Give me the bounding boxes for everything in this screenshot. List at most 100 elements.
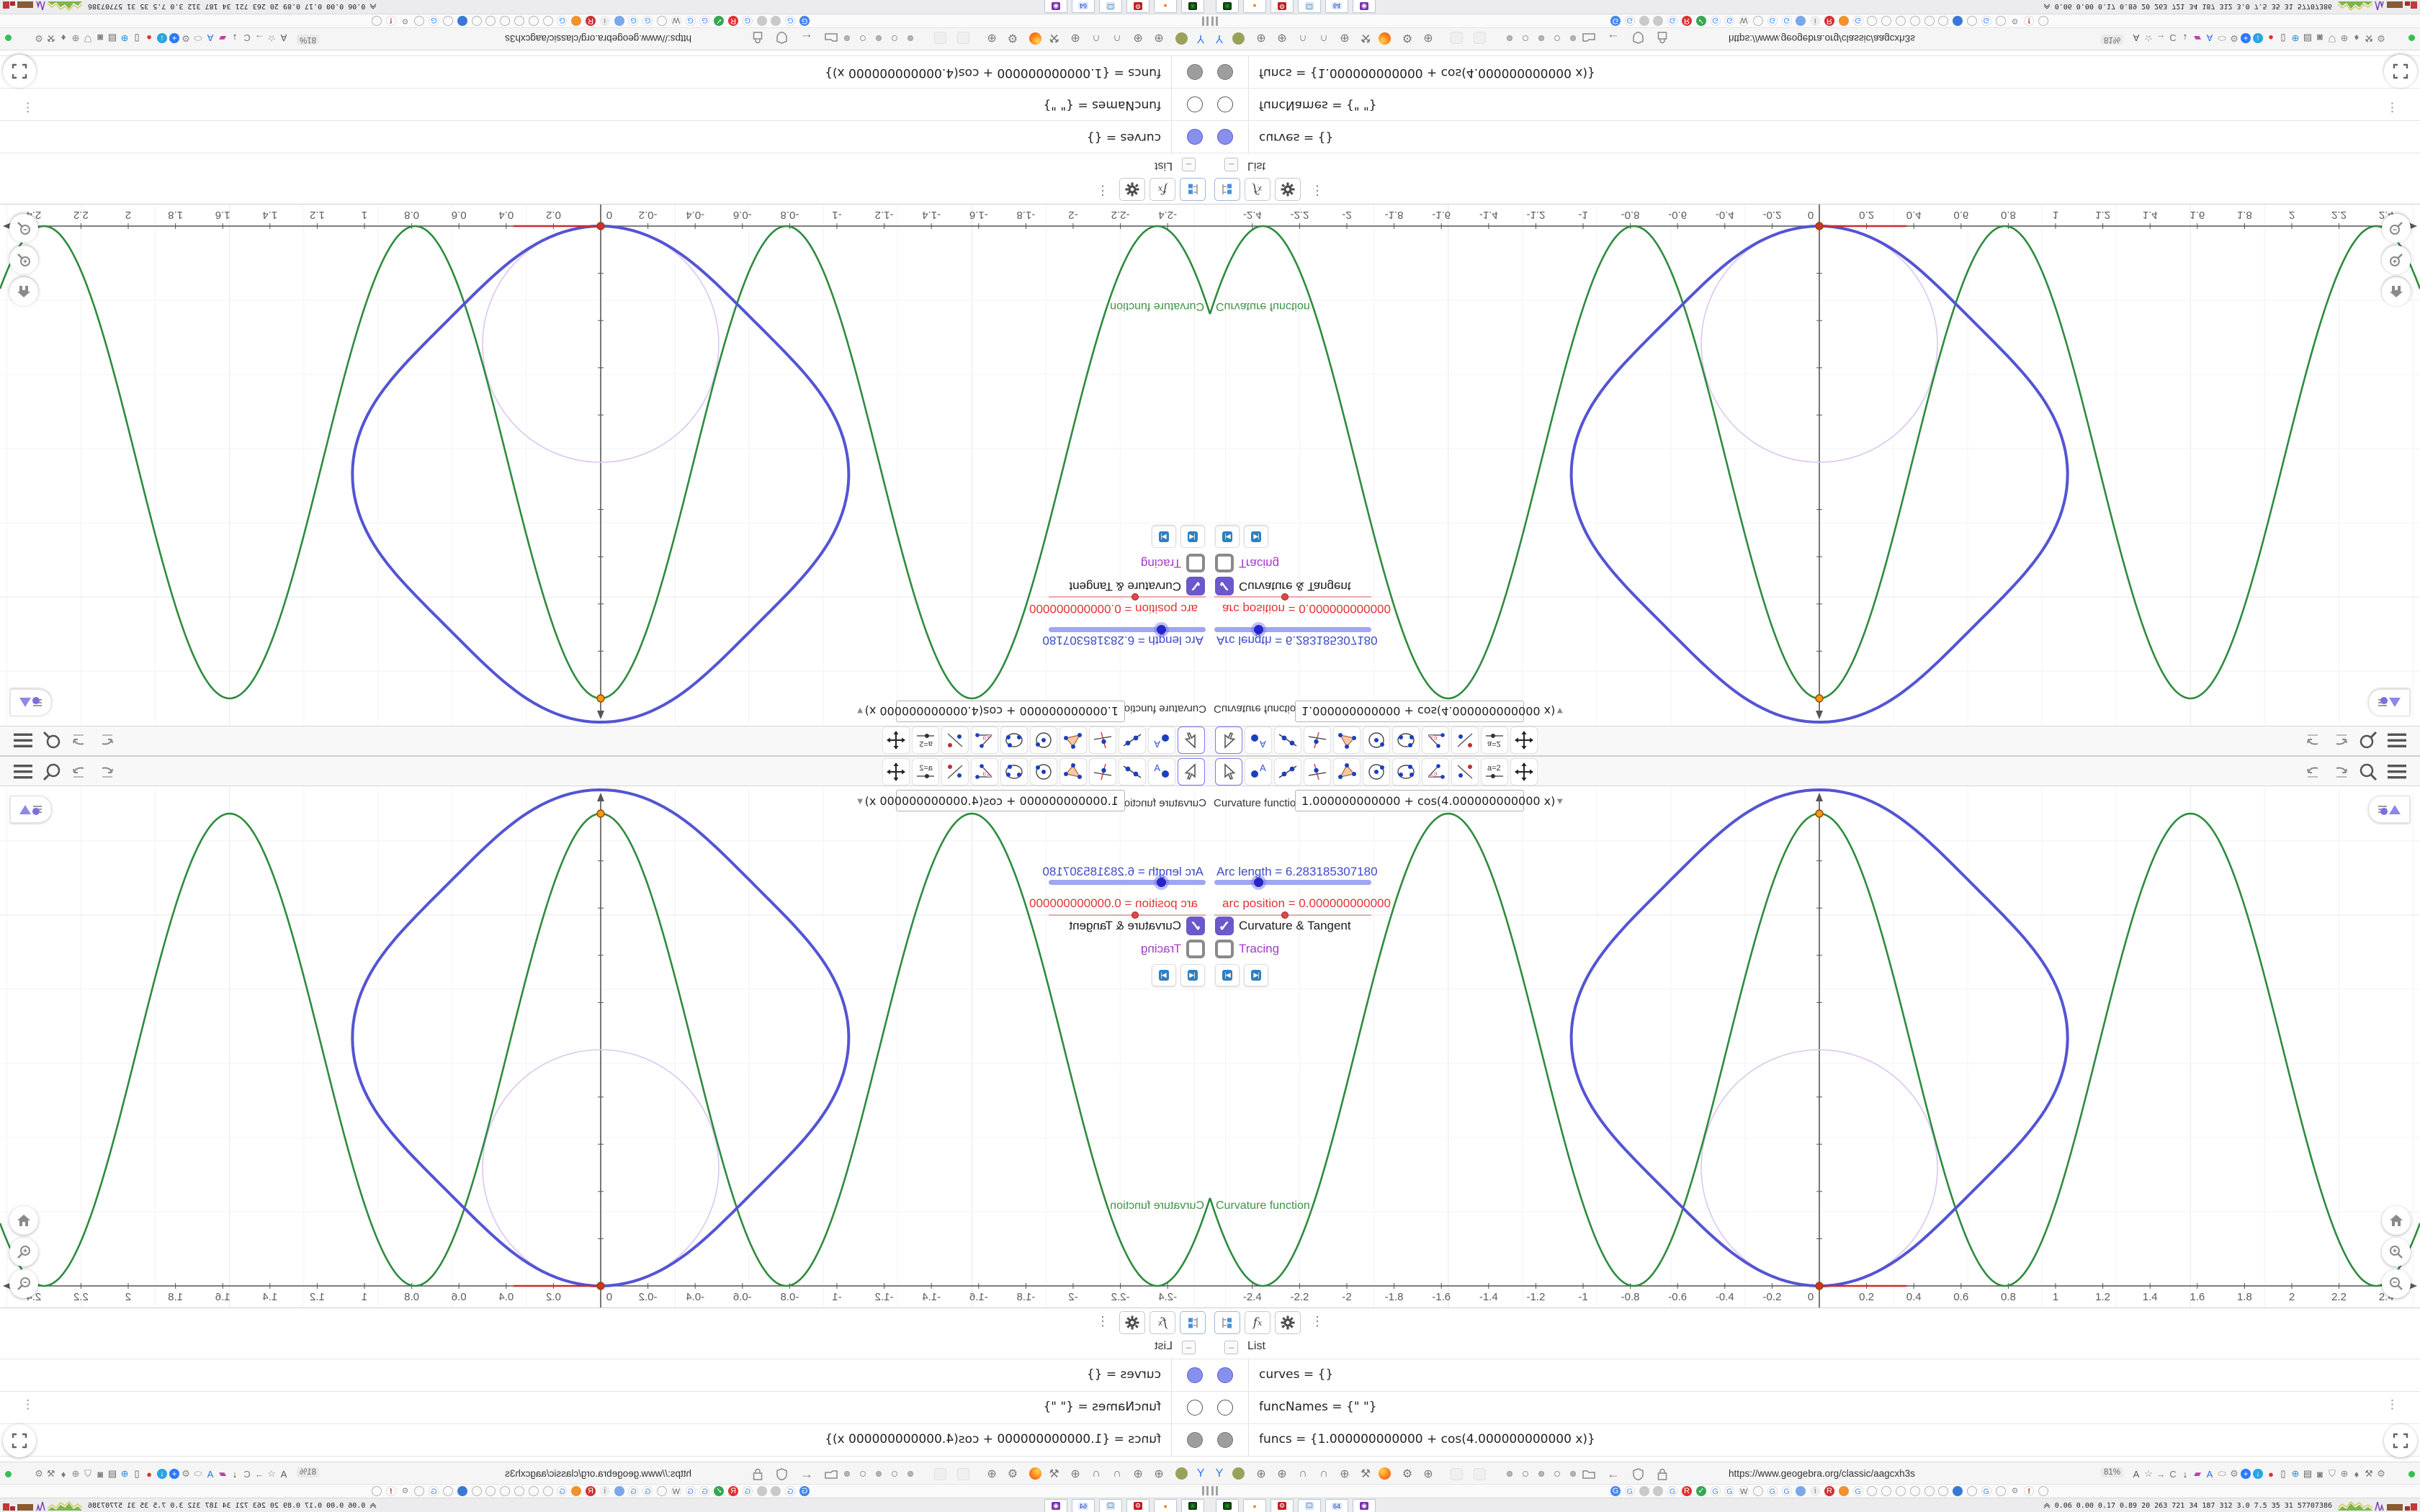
arc-position-slider[interactable] <box>1049 912 1206 919</box>
add-icon[interactable]: + <box>2241 1469 2251 1479</box>
bookmark-favicon-ring[interactable] <box>443 1486 453 1496</box>
bookmark-favicon-dot-blue[interactable] <box>614 1486 624 1496</box>
algebra-style-icon[interactable] <box>1180 1311 1206 1334</box>
tool-conic-five-points[interactable] <box>1392 758 1420 786</box>
bookmark-favicon-ring[interactable] <box>1938 16 1949 26</box>
graphics-view[interactable]: -2.4 -2.2 -2 -1.8 -1.6 -1.4 -1.2 -1 -0.8 -0.6 -0.4… <box>0 787 1210 1308</box>
tool-move-graphics-view[interactable] <box>882 726 910 754</box>
more-icon[interactable]: ⋮ <box>1096 183 1109 198</box>
extension-dot-icon[interactable] <box>844 35 850 41</box>
forward-arrow-icon[interactable]: → <box>2155 1466 2166 1482</box>
globe-icon[interactable]: ⊕ <box>1337 30 1353 46</box>
extension-dot-icon[interactable] <box>860 35 866 41</box>
step-back-button[interactable]: |◀ <box>1215 964 1240 986</box>
bookmark-favicon-orange[interactable] <box>571 1486 582 1496</box>
bookmark-favicon-f-red[interactable]: f <box>385 1486 396 1496</box>
bookmark-favicon-g-multi[interactable]: G <box>1781 16 1792 26</box>
bookmark-favicon-gear[interactable]: ⚙ <box>2009 16 2020 26</box>
extension-dot-icon[interactable] <box>1554 35 1560 41</box>
bookmark-favicon-ring[interactable] <box>485 16 496 26</box>
mask-purple-icon[interactable]: ◉ <box>1353 0 1376 13</box>
tool-move-graphics-view[interactable] <box>1510 758 1538 786</box>
extension-dot-icon[interactable] <box>1538 35 1544 41</box>
translate-icon[interactable]: A <box>2204 30 2215 46</box>
gear-icon[interactable]: ⚙ <box>33 1466 45 1482</box>
zoom-out-button[interactable] <box>9 1269 38 1298</box>
extension-dot-icon[interactable] <box>1507 35 1512 41</box>
visibility-marble[interactable] <box>1217 96 1233 112</box>
wrench-icon[interactable]: ⚒ <box>45 1466 57 1482</box>
fx-icon[interactable]: fx <box>1245 1311 1270 1334</box>
undo-button[interactable] <box>97 729 115 751</box>
lock-icon[interactable] <box>1654 1466 1670 1482</box>
tool-slider[interactable]: a=2 <box>912 726 939 754</box>
reload-icon[interactable]: C <box>2167 30 2179 46</box>
bookmark-favicon-f-red[interactable]: f <box>2024 1486 2035 1496</box>
tool-angle[interactable]: α <box>1422 726 1449 754</box>
algebra-panel-toggle[interactable] <box>10 689 52 716</box>
collapse-button[interactable]: − <box>1224 1341 1238 1354</box>
star-icon[interactable]: ☆ <box>2143 30 2154 46</box>
algebra-row-funcs[interactable]: funcs = {1.000000000000 + cos(4.00000000… <box>1210 1424 2420 1457</box>
bookmark-favicon-g-multi[interactable]: G <box>1767 1486 1778 1496</box>
bookmark-favicon-wiki-w[interactable]: W <box>1739 1486 1749 1496</box>
folder-icon[interactable] <box>823 30 839 46</box>
tool-point[interactable]: A <box>1245 726 1272 754</box>
zoom-in-button[interactable] <box>2382 246 2411 274</box>
display-blue-icon[interactable]: 🖵 <box>1099 1499 1122 1512</box>
headset-icon[interactable]: ∩ <box>1316 30 1332 46</box>
bookmark-favicon-ring[interactable] <box>1995 16 2006 26</box>
back-arrow-icon[interactable]: ← <box>799 1466 815 1482</box>
bookmark-favicon-f-red[interactable]: f <box>2024 16 2035 26</box>
bookmark-favicon-yandex-red[interactable]: R <box>728 1486 738 1496</box>
page-zoom-badge[interactable]: 81% <box>2101 1467 2124 1477</box>
extension-dot-icon[interactable] <box>908 1471 913 1477</box>
bookmark-favicon-dot[interactable] <box>771 16 781 26</box>
tool-line-point[interactable] <box>941 758 969 786</box>
tool-move[interactable] <box>1215 726 1242 754</box>
bookmark-favicon-ring[interactable] <box>1896 16 1906 26</box>
avatar-olive-icon[interactable] <box>1232 1467 1245 1480</box>
download-icon[interactable]: ↓ <box>2179 1466 2191 1482</box>
folder-icon[interactable] <box>1581 1466 1597 1482</box>
algebra-row-funcs[interactable]: funcs = {1.000000000000 + cos(4.00000000… <box>0 55 1210 88</box>
tool-line[interactable] <box>1119 758 1146 786</box>
highlighter-icon[interactable]: ▰ <box>217 30 228 46</box>
display-blue-icon[interactable]: 🖵 <box>1298 0 1321 13</box>
algebra-panel-toggle[interactable] <box>10 796 52 823</box>
collapse-button[interactable]: − <box>1224 158 1238 171</box>
folder-icon[interactable] <box>1581 30 1597 46</box>
bookmark-favicon-ring[interactable] <box>542 16 553 26</box>
firefox-icon[interactable] <box>1029 1467 1041 1480</box>
tracing-checkbox[interactable] <box>1186 940 1205 958</box>
download-circle-icon[interactable]: ↓ <box>2253 33 2263 43</box>
arc-position-slider[interactable] <box>1214 912 1371 919</box>
globe-icon[interactable]: ⊕ <box>1067 1466 1083 1482</box>
collapse-button[interactable]: − <box>1182 1341 1196 1354</box>
bookmark-favicon-g-multi[interactable]: G <box>1667 1486 1678 1496</box>
zoom-in-button[interactable] <box>9 1238 38 1266</box>
home-button[interactable] <box>9 1206 38 1235</box>
globe-icon[interactable]: ⊕ <box>984 1466 1000 1482</box>
bookmark-favicon-check-green[interactable]: ✓ <box>714 1486 725 1496</box>
firefox-icon[interactable] <box>1379 32 1391 45</box>
bookmark-favicon-f-red[interactable]: f <box>385 16 396 26</box>
tool-point[interactable]: A <box>1245 758 1272 786</box>
extension-dot-icon[interactable] <box>1523 1471 1528 1477</box>
tool-polygon[interactable] <box>1059 758 1087 786</box>
reload-icon[interactable]: C <box>241 1466 253 1482</box>
gear-icon[interactable]: ⚙ <box>1005 1466 1021 1482</box>
taskbar[interactable]: ▣ ● ⚙ 🖵 64 ◉ 0.06 0.00 0.17 0.89 20 263 721 3… <box>1210 1498 2420 1512</box>
menu-icon[interactable] <box>2387 761 2407 783</box>
bookmarks-bar[interactable]: G G G R ✓ G G W G Gi R G G ⚙ f <box>1210 1485 2420 1498</box>
thumbsup-icon[interactable]: ♦ <box>58 1466 69 1482</box>
bookmark-favicon-g-multi[interactable]: G <box>1724 16 1735 26</box>
download-icon[interactable]: ↓ <box>229 1466 241 1482</box>
bookmark-favicon-ring[interactable] <box>528 16 539 26</box>
add-icon[interactable]: + <box>169 1469 179 1479</box>
redo-button[interactable] <box>71 729 89 751</box>
thumbsup-icon[interactable]: ♦ <box>2351 1466 2362 1482</box>
bookmark-favicon-g-blue[interactable]: G <box>799 1486 810 1496</box>
arc-length-slider-knob[interactable] <box>1153 622 1169 637</box>
taskbar[interactable]: ▣ ● ⚙ 🖵 64 ◉ 0.06 0.00 0.17 0.89 20 263 721 3… <box>1210 0 2420 14</box>
